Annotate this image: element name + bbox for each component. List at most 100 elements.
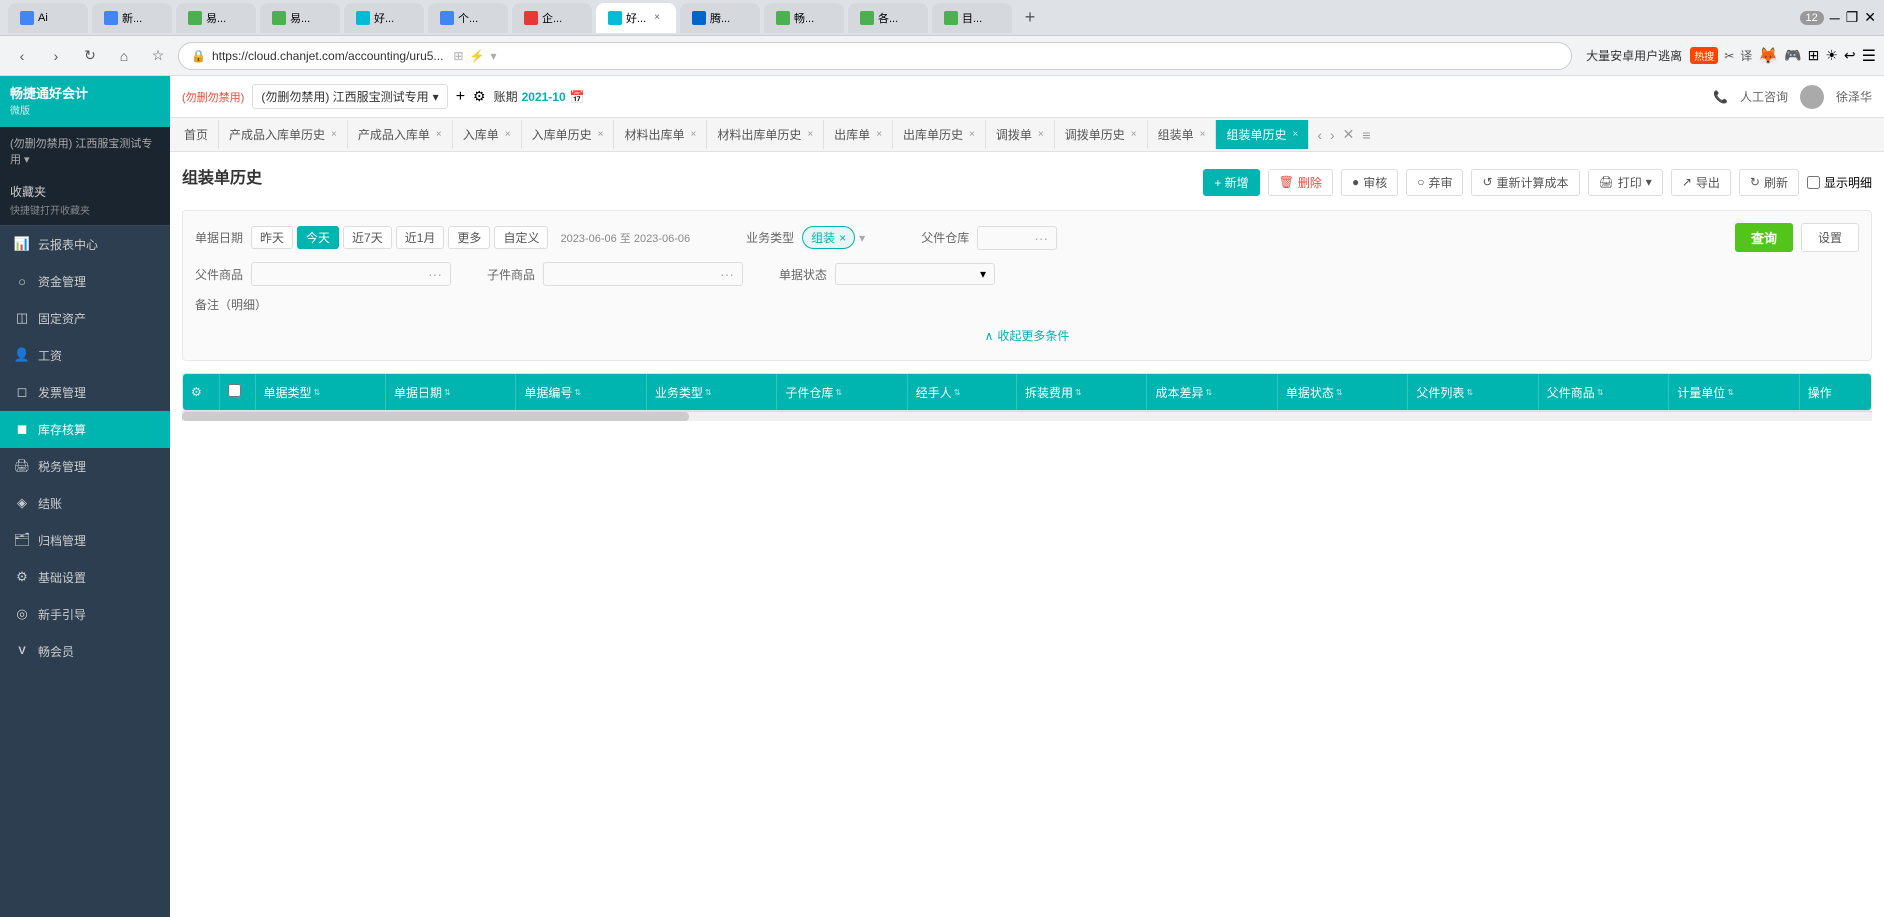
nav-tab-ruku[interactable]: 入库单 × xyxy=(453,120,522,149)
show-detail-checkbox[interactable] xyxy=(1807,176,1820,189)
bookmark-button[interactable]: ☆ xyxy=(144,42,172,70)
parent-goods-input[interactable]: ··· xyxy=(251,262,451,286)
abandon-button[interactable]: ○ 弃审 xyxy=(1406,169,1463,196)
sidebar-item-guding[interactable]: ◫ 固定资产 xyxy=(0,300,170,337)
browser-tab-mu[interactable]: 目... xyxy=(932,3,1012,33)
tab-close-cailiao-chuku[interactable]: × xyxy=(690,129,696,140)
nav-tab-cailiao-chuku[interactable]: 材料出库单 × xyxy=(614,120,707,149)
browser-tab-chang[interactable]: 畅... xyxy=(764,3,844,33)
sidebar-item-yunbiao[interactable]: 📊 云报表中心 xyxy=(0,226,170,263)
tab-close-chuku[interactable]: × xyxy=(876,129,882,140)
user-service-label[interactable]: 人工咨询 xyxy=(1740,88,1788,105)
tab-close-zuzhuang-history[interactable]: × xyxy=(1292,129,1298,140)
tab-close-diaobo-history[interactable]: × xyxy=(1131,129,1137,140)
sidebar-item-shuiwu[interactable]: 🖨 税务管理 xyxy=(0,448,170,485)
date-btn-today[interactable]: 今天 xyxy=(297,226,339,249)
user-name[interactable]: 徐泽华 xyxy=(1836,88,1872,105)
set-button[interactable]: 设置 xyxy=(1801,223,1859,252)
maximize-button[interactable]: ❐ xyxy=(1846,9,1859,26)
nav-tab-chuku[interactable]: 出库单 × xyxy=(824,120,893,149)
sidebar-item-huiyuan[interactable]: V 畅会员 xyxy=(0,633,170,670)
tab-close-cailiao-chuku-history[interactable]: × xyxy=(807,129,813,140)
sidebar-item-guidan[interactable]: 🗂 归档管理 xyxy=(0,522,170,559)
tab-close-ruku-history[interactable]: × xyxy=(598,129,604,140)
nav-prev-icon[interactable]: ‹ xyxy=(1313,127,1326,143)
browser-tab-qi[interactable]: 企... xyxy=(512,3,592,33)
nav-more-icon[interactable]: ≡ xyxy=(1358,127,1374,143)
date-btn-custom[interactable]: 自定义 xyxy=(494,226,548,249)
date-btn-yesterday[interactable]: 昨天 xyxy=(251,226,293,249)
company-selector[interactable]: (勿删勿禁用) 江西服宝测试专用 ▾ xyxy=(0,127,170,175)
sidebar-item-kucun[interactable]: ◼ 库存核算 xyxy=(0,411,170,448)
sort-unit[interactable]: 计量单位 ⇅ xyxy=(1677,384,1790,401)
horizontal-scrollbar[interactable] xyxy=(182,411,1872,421)
biz-type-dropdown-icon[interactable]: ▾ xyxy=(859,231,865,245)
browser-tab-xin[interactable]: 新... xyxy=(92,3,172,33)
company-dropdown[interactable]: (勿删勿禁用) 江西服宝测试专用 xyxy=(252,84,447,109)
tab-close-ruku[interactable]: × xyxy=(505,129,511,140)
sort-disassemble-fee[interactable]: 拆装费用 ⇅ xyxy=(1025,384,1138,401)
tab-close-chuku-history[interactable]: × xyxy=(969,129,975,140)
nav-tab-cailiao-chuku-history[interactable]: 材料出库单历史 × xyxy=(707,120,824,149)
address-bar[interactable]: 🔒 https://cloud.chanjet.com/accounting/u… xyxy=(178,42,1572,70)
menu-button[interactable]: ☰ xyxy=(1862,46,1876,66)
close-button[interactable]: ✕ xyxy=(1864,9,1876,26)
add-company-button[interactable]: + xyxy=(456,88,465,106)
sort-order-status[interactable]: 单据状态 ⇅ xyxy=(1286,384,1399,401)
nav-tab-chuku-history[interactable]: 出库单历史 × xyxy=(893,120,986,149)
col-checkbox[interactable] xyxy=(219,374,255,410)
scrollbar-thumb[interactable] xyxy=(182,412,689,421)
nav-tab-chanchenpin[interactable]: 产成品入库单 × xyxy=(348,120,453,149)
sort-child-wh[interactable]: 子件仓库 ⇅ xyxy=(785,384,898,401)
col-settings[interactable]: ⚙ xyxy=(183,374,219,410)
sort-parent-goods[interactable]: 父件商品 ⇅ xyxy=(1547,384,1660,401)
nav-tab-home[interactable]: 首页 xyxy=(174,120,219,149)
tab-close-diaobo[interactable]: × xyxy=(1038,129,1044,140)
delete-button[interactable]: 🗑 删除 xyxy=(1268,169,1333,196)
tab-close-zuzhuang[interactable]: × xyxy=(1200,129,1206,140)
refresh-nav-button[interactable]: ↻ xyxy=(76,42,104,70)
sidebar-item-jichu[interactable]: ⚙ 基础设置 xyxy=(0,559,170,596)
minimize-button[interactable]: ─ xyxy=(1830,10,1840,26)
settings-company-button[interactable]: ⚙ xyxy=(473,88,486,105)
order-status-select[interactable] xyxy=(835,263,995,285)
nav-tab-zuzhuang[interactable]: 组装单 × xyxy=(1148,120,1217,149)
forward-button[interactable]: › xyxy=(42,42,70,70)
sidebar-item-xinshou[interactable]: ◎ 新手引导 xyxy=(0,596,170,633)
sort-handler[interactable]: 经手人 ⇅ xyxy=(916,384,1008,401)
date-btn-more[interactable]: 更多 xyxy=(448,226,490,249)
print-button[interactable]: 🖨 打印 xyxy=(1588,169,1663,196)
nav-tab-chanchenpin-history[interactable]: 产成品入库单历史 × xyxy=(219,120,348,149)
browser-tab-ge2[interactable]: 各... xyxy=(848,3,928,33)
tab-close-chanchenpin-history[interactable]: × xyxy=(331,129,337,140)
export-button[interactable]: ↗ 导出 xyxy=(1671,169,1731,196)
child-goods-input[interactable]: ··· xyxy=(543,262,743,286)
browser-tab-hao2[interactable]: 好... × xyxy=(596,3,676,33)
new-button[interactable]: + 新增 xyxy=(1203,169,1259,196)
recalculate-button[interactable]: ↺ 重新计算成本 xyxy=(1471,169,1579,196)
sidebar-item-gongzi[interactable]: 👤 工资 xyxy=(0,337,170,374)
browser-tab-yi2[interactable]: 易... xyxy=(260,3,340,33)
date-btn-1month[interactable]: 近1月 xyxy=(396,226,445,249)
tab-close-icon[interactable]: × xyxy=(654,12,660,23)
sort-date[interactable]: 单据日期 ⇅ xyxy=(394,384,507,401)
sidebar-item-fapiao[interactable]: ◻ 发票管理 xyxy=(0,374,170,411)
browser-tab-yi1[interactable]: 易... xyxy=(176,3,256,33)
browser-tab-ai[interactable]: Ai xyxy=(8,3,88,33)
sort-parent-list[interactable]: 父件列表 ⇅ xyxy=(1416,384,1529,401)
parent-wh-dots[interactable]: ··· xyxy=(1034,230,1048,246)
sort-biz-type[interactable]: 业务类型 ⇅ xyxy=(655,384,768,401)
show-detail-toggle[interactable]: 显示明细 xyxy=(1807,174,1872,191)
sidebar-item-zijin[interactable]: ○ 资金管理 xyxy=(0,263,170,300)
sort-type[interactable]: 单据类型 ⇅ xyxy=(264,384,377,401)
nav-next-icon[interactable]: › xyxy=(1326,127,1339,143)
child-goods-dots[interactable]: ··· xyxy=(720,266,734,282)
home-button[interactable]: ⌂ xyxy=(110,42,138,70)
calendar-btn[interactable]: 📅 xyxy=(570,90,585,104)
sort-cost-diff[interactable]: 成本差异 ⇅ xyxy=(1155,384,1268,401)
address-dropdown-icon[interactable]: ▾ xyxy=(490,49,496,63)
parent-wh-select[interactable]: ··· xyxy=(977,226,1057,250)
collapse-button[interactable]: ∧ 收起更多条件 xyxy=(195,323,1859,348)
query-button[interactable]: 查询 xyxy=(1735,223,1793,252)
audit-button[interactable]: ● 审核 xyxy=(1341,169,1398,196)
